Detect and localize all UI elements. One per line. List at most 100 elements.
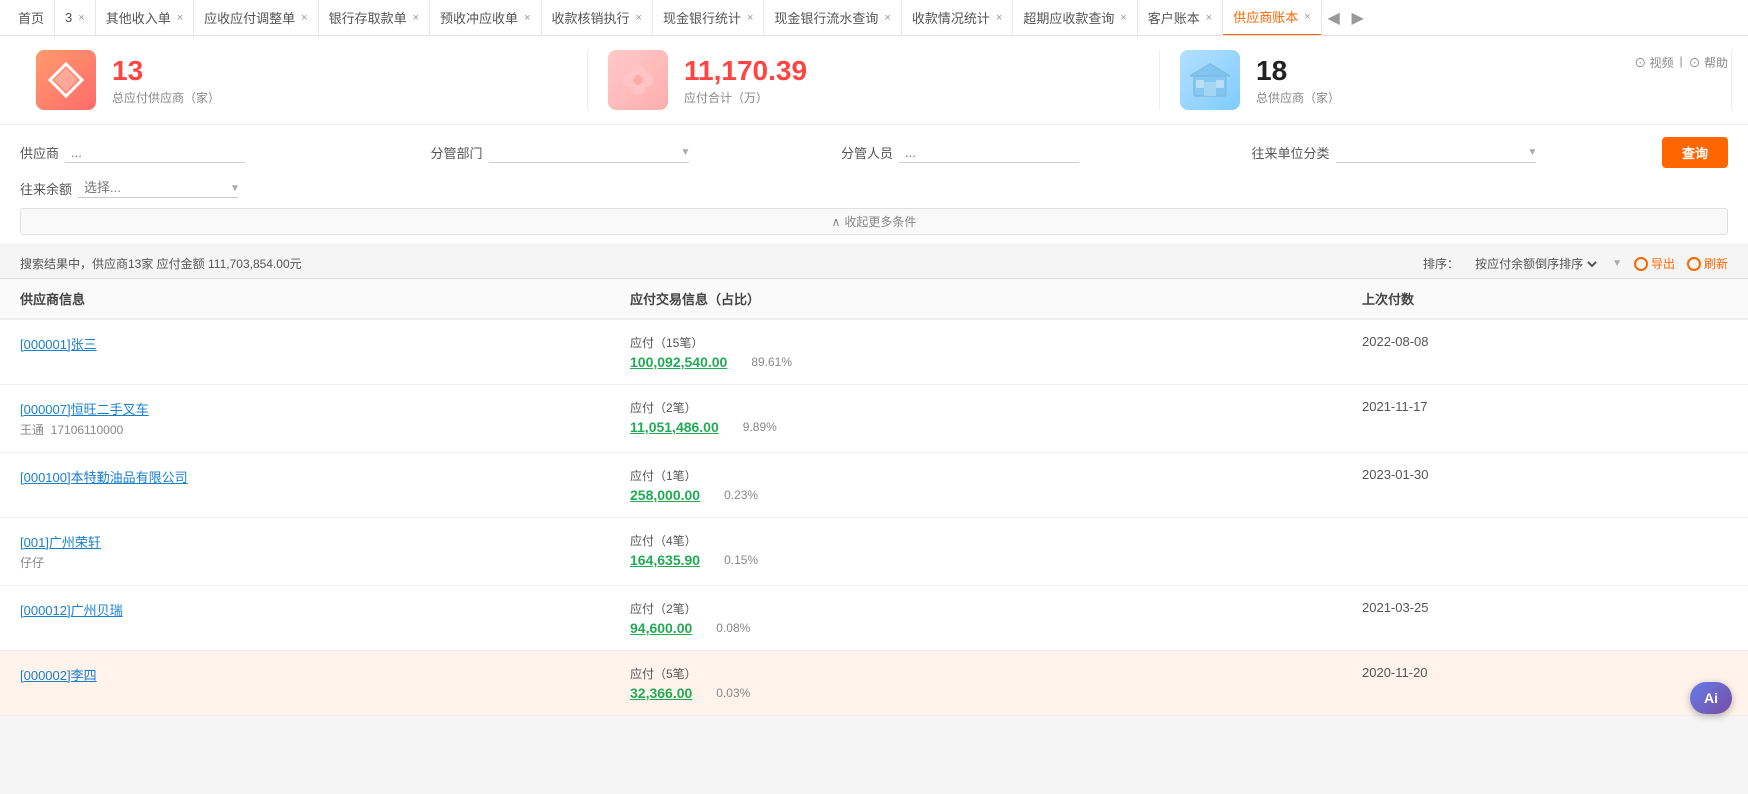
supplier-contact-2: 王通 17106110000 — [20, 421, 630, 438]
col-header-lastpay: 上次付数 — [1362, 289, 1728, 308]
trans-row-3: 258,000.00 0.23% — [630, 487, 1362, 503]
trans-amount-3[interactable]: 258,000.00 — [630, 487, 700, 503]
close-icon[interactable]: × — [1120, 12, 1126, 24]
trans-amount-4[interactable]: 164,635.90 — [630, 552, 700, 568]
main-table: 供应商信息 应付交易信息（占比） 上次付数 [000001]张三 应付（15笔）… — [0, 279, 1748, 716]
nav-tab-other-income[interactable]: 其他收入单 × — [96, 0, 194, 36]
filter-area: 供应商 分管部门 ▼ 分管人员 往来单位分类 ▼ 查询 — [0, 125, 1748, 243]
refresh-button[interactable]: 刷新 — [1687, 255, 1728, 272]
nav-tab-home[interactable]: 首页 — [8, 0, 55, 36]
person-input[interactable] — [899, 143, 1079, 163]
nav-tab-cash-bank-stat[interactable]: 现金银行统计 × — [653, 0, 764, 36]
supplier-link-6[interactable]: [000002]李四 — [20, 668, 97, 683]
supplier-link-5[interactable]: [000012]广州贝瑞 — [20, 603, 123, 618]
help-link[interactable]: ⊙ 帮助 — [1689, 54, 1728, 71]
result-summary-text: 搜索结果中，供应商13家 应付金额 111,703,854.00元 — [20, 255, 302, 272]
trans-amount-1[interactable]: 100,092,540.00 — [630, 354, 727, 370]
trans-label-2: 应付（2笔） — [630, 399, 1362, 416]
supplier-cell-5: [000012]广州贝瑞 — [20, 600, 630, 619]
supplier-link-2[interactable]: [000007]恒旺二手叉车 — [20, 402, 149, 417]
lastpay-cell-1: 2022-08-08 — [1362, 334, 1728, 349]
supplier-link-4[interactable]: [001]广州荣轩 — [20, 535, 101, 550]
search-button[interactable]: 查询 — [1662, 137, 1728, 168]
result-bar: 搜索结果中，供应商13家 应付金额 111,703,854.00元 排序： 按应… — [0, 249, 1748, 279]
close-icon[interactable]: × — [177, 12, 183, 24]
balance-dropdown-icon[interactable]: ▼ — [230, 183, 240, 194]
close-icon[interactable]: × — [884, 12, 890, 24]
close-icon[interactable]: × — [636, 12, 642, 24]
nav-tab-cash-bank-flow[interactable]: 现金银行流水查询 × — [764, 0, 901, 36]
balance-input[interactable] — [78, 178, 238, 198]
supplier-contact-4: 仔仔 — [20, 554, 630, 571]
close-icon[interactable]: × — [996, 12, 1002, 24]
export-button[interactable]: 导出 — [1634, 255, 1675, 272]
close-icon[interactable]: × — [524, 12, 530, 24]
payable-total-label: 应付合计（万） — [684, 89, 807, 106]
close-icon[interactable]: × — [1206, 12, 1212, 24]
trans-info-6: 应付（5笔） 32,366.00 0.03% — [630, 665, 1362, 701]
nav-left-arrow[interactable]: ◀ — [1322, 0, 1346, 36]
payable-suppliers-count: 13 — [112, 54, 220, 88]
help-area: ⊙ 视频 | ⊙ 帮助 — [1634, 54, 1728, 71]
trans-amount-6[interactable]: 32,366.00 — [630, 685, 692, 701]
dept-dropdown-icon[interactable]: ▼ — [681, 147, 691, 158]
trans-info-1: 应付（15笔） 100,092,540.00 89.61% — [630, 334, 1362, 370]
table-row[interactable]: [000100]本特勤油品有限公司 应付（1笔） 258,000.00 0.23… — [0, 453, 1748, 518]
nav-tab-collection-stat[interactable]: 收款情况统计 × — [902, 0, 1013, 36]
close-icon[interactable]: × — [78, 12, 84, 24]
payable-suppliers-label: 总应付供应商（家） — [112, 89, 220, 106]
trans-amount-5[interactable]: 94,600.00 — [630, 620, 692, 636]
table-row[interactable]: [000001]张三 应付（15笔） 100,092,540.00 89.61%… — [0, 320, 1748, 385]
nav-tab-customer-ledger[interactable]: 客户账本 × — [1138, 0, 1223, 36]
dept-input[interactable] — [489, 143, 689, 163]
trans-percent-3: 0.23% — [724, 488, 758, 502]
dept-label: 分管部门 — [431, 143, 483, 162]
nav-tab-supplier-ledger[interactable]: 供应商账本 × — [1223, 0, 1321, 36]
total-suppliers-label: 总供应商（家） — [1256, 89, 1340, 106]
supplier-cell-6: [000002]李四 — [20, 665, 630, 684]
unit-input[interactable] — [1336, 143, 1536, 163]
summary-info-payable: 13 总应付供应商（家） — [112, 54, 220, 107]
table-row[interactable]: [000007]恒旺二手叉车 王通 17106110000 应付（2笔） 11,… — [0, 385, 1748, 453]
table-row[interactable]: [000002]李四 应付（5笔） 32,366.00 0.03% 2020-1… — [0, 651, 1748, 716]
filter-row-1: 供应商 分管部门 ▼ 分管人员 往来单位分类 ▼ 查询 — [20, 137, 1728, 168]
summary-card-payable-suppliers: 13 总应付供应商（家） — [16, 50, 588, 110]
sort-select[interactable]: 按应付余额倒序排序 按应付余额升序排序 按最近付款时间排序 — [1471, 256, 1600, 272]
nav-tab-ar-ap-adjust[interactable]: 应收应付调整单 × — [194, 0, 318, 36]
close-icon[interactable]: × — [1304, 11, 1310, 23]
collapse-button[interactable]: ∧ 收起更多条件 — [20, 208, 1728, 235]
filter-balance: 往来余额 ▼ — [20, 178, 1728, 198]
nav-right-arrow[interactable]: ▶ — [1346, 0, 1370, 36]
filter-dept: 分管部门 ▼ — [431, 143, 832, 163]
trans-info-5: 应付（2笔） 94,600.00 0.08% — [630, 600, 1362, 636]
collapse-area: ∧ 收起更多条件 — [20, 208, 1728, 235]
lastpay-cell-3: 2023-01-30 — [1362, 467, 1728, 482]
nav-tab-prepay-offset[interactable]: 预收冲应收单 × — [430, 0, 541, 36]
supplier-link-1[interactable]: [000001]张三 — [20, 337, 97, 352]
trans-cell-3: 应付（1笔） 258,000.00 0.23% — [630, 467, 1362, 503]
balance-label: 往来余额 — [20, 179, 72, 198]
close-icon[interactable]: × — [301, 12, 307, 24]
help-separator: | — [1680, 54, 1683, 71]
table-row[interactable]: [001]广州荣轩 仔仔 应付（4笔） 164,635.90 0.15% — [0, 518, 1748, 586]
table-row[interactable]: [000012]广州贝瑞 应付（2笔） 94,600.00 0.08% 2021… — [0, 586, 1748, 651]
trans-percent-6: 0.03% — [716, 686, 750, 700]
lastpay-date-5: 2021-03-25 — [1362, 600, 1429, 615]
close-icon[interactable]: × — [747, 12, 753, 24]
nav-tab-collection-exec[interactable]: 收款核销执行 × — [542, 0, 653, 36]
nav-tab-3[interactable]: 3 × — [55, 0, 96, 36]
trans-label-4: 应付（4笔） — [630, 532, 1362, 549]
supplier-input[interactable] — [65, 143, 245, 163]
trans-amount-2[interactable]: 11,051,486.00 — [630, 419, 719, 435]
video-link[interactable]: ⊙ 视频 — [1634, 54, 1673, 71]
supplier-link-3[interactable]: [000100]本特勤油品有限公司 — [20, 470, 188, 485]
close-icon[interactable]: × — [413, 12, 419, 24]
result-bar-right: 排序： 按应付余额倒序排序 按应付余额升序排序 按最近付款时间排序 ▼ 导出 刷… — [1423, 255, 1728, 272]
summary-bar: 13 总应付供应商（家） 11,170.39 应付合计（万） — [0, 36, 1748, 125]
lastpay-cell-2: 2021-11-17 — [1362, 399, 1728, 414]
unit-dropdown-icon[interactable]: ▼ — [1528, 147, 1538, 158]
nav-tab-bank-deposit[interactable]: 银行存取款单 × — [319, 0, 430, 36]
ai-button[interactable]: Ai — [1690, 682, 1732, 714]
trans-row-5: 94,600.00 0.08% — [630, 620, 1362, 636]
nav-tab-overdue-ar[interactable]: 超期应收款查询 × — [1013, 0, 1137, 36]
